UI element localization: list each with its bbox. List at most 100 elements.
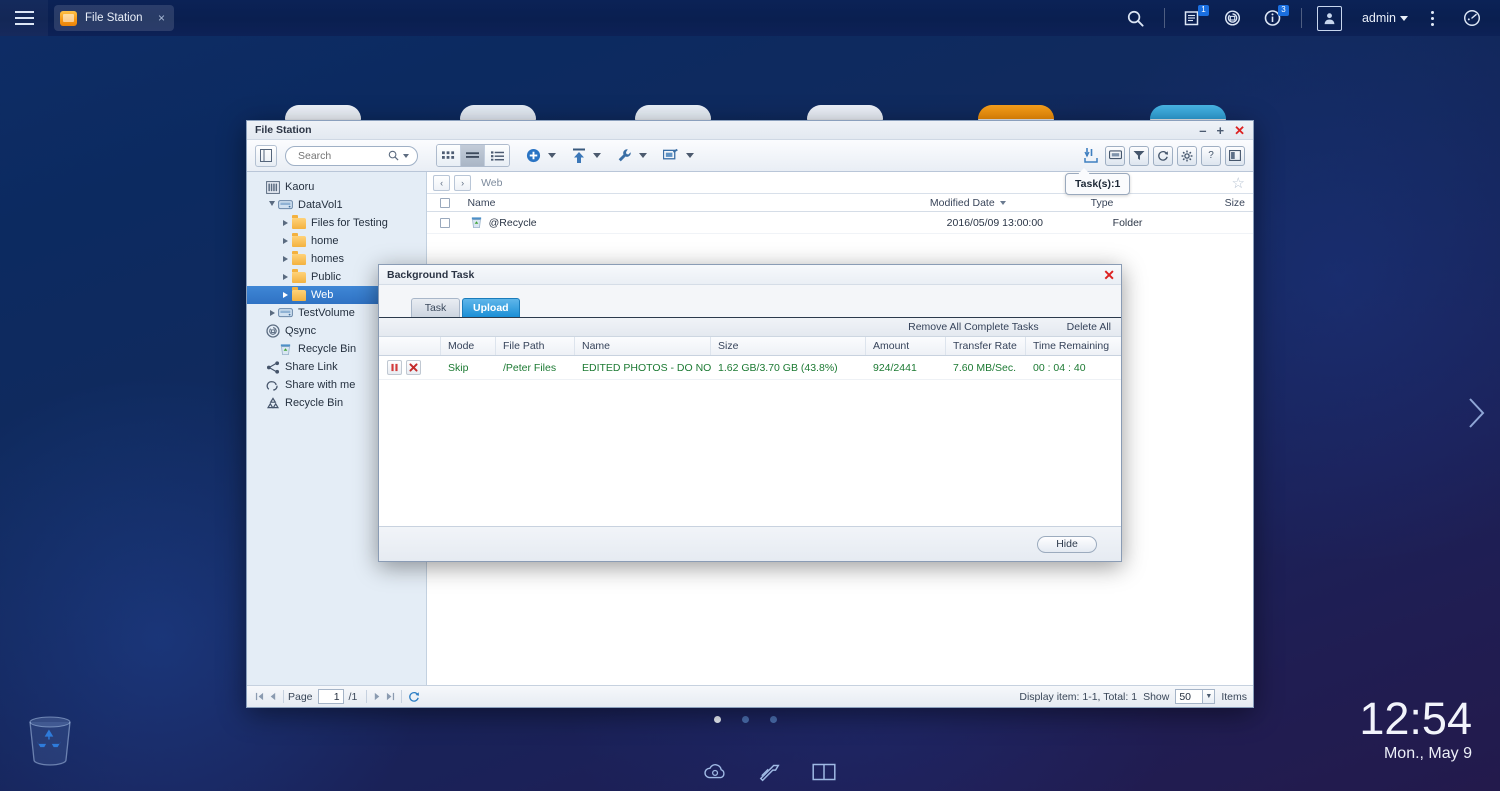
task-table-header: Mode File Path Name Size Amount Transfer… [379,337,1121,356]
next-page-button[interactable] [371,690,384,704]
tree-toggle-icon[interactable] [279,292,291,298]
minimize-button[interactable]: – [1199,124,1206,137]
breadcrumb-path[interactable]: Web [481,177,502,189]
page-dot-1[interactable] [714,716,721,723]
column-header-type[interactable]: Type [1085,197,1219,209]
main-menu-icon[interactable] [0,0,48,36]
filter-icon[interactable] [1129,145,1149,166]
list-view-button[interactable] [461,145,485,166]
topbar-right: 1 3 admin [1116,0,1500,36]
nas-icon [265,180,280,194]
remote-mount-icon[interactable] [1105,145,1125,166]
topbar-divider-2 [1300,8,1302,28]
info-icon[interactable]: 3 [1253,0,1293,36]
cancel-icon[interactable] [406,360,421,375]
star-icon[interactable]: ☆ [1232,174,1247,192]
taskbar-item-file-station[interactable]: File Station × [54,5,174,31]
help-icon[interactable]: ? [1201,145,1221,166]
sidebar-item-datavol1[interactable]: DataVol1 [247,196,426,214]
hide-button[interactable]: Hide [1037,535,1097,553]
column-header-size[interactable]: Size [711,337,866,355]
chevron-down-icon[interactable] [403,153,409,158]
sidebar-item-kaoru[interactable]: Kaoru [247,178,426,196]
table-row[interactable]: Skip /Peter Files EDITED PHOTOS - DO NOT… [379,356,1121,380]
column-header-time-remaining[interactable]: Time Remaining [1026,337,1121,355]
refresh-icon[interactable] [406,690,421,704]
upload-button[interactable] [572,148,601,164]
cloud-icon[interactable] [700,758,732,786]
tree-toggle-icon[interactable] [279,238,291,244]
tab-upload[interactable]: Upload [462,298,520,317]
smart-button[interactable] [663,148,694,163]
column-header-amount[interactable]: Amount [866,337,946,355]
notes-icon[interactable]: 1 [1173,0,1213,36]
sidebar-item-label: Recycle Bin [285,397,344,409]
forward-button[interactable]: › [454,174,472,191]
tools-button[interactable] [617,148,647,163]
last-page-button[interactable] [384,690,397,704]
chevron-down-icon [639,153,647,158]
background-task-icon[interactable] [1081,146,1101,166]
first-page-button[interactable] [253,690,266,704]
prev-page-button[interactable] [266,690,279,704]
close-button[interactable]: ✕ [1234,124,1245,137]
page-dot-2[interactable] [742,716,749,723]
dialog-close-icon[interactable]: ✕ [1103,268,1115,282]
dialog-titlebar[interactable]: Background Task ✕ [379,265,1121,285]
create-button[interactable] [526,148,556,163]
tree-toggle-icon[interactable] [279,274,291,280]
dialog-action-bar: Remove All Complete Tasks Delete All [379,317,1121,337]
tab-task[interactable]: Task [411,298,460,317]
avatar[interactable] [1310,0,1350,36]
table-row[interactable]: @Recycle 2016/05/09 13:00:00 Folder [427,212,1253,234]
chevron-right-icon[interactable] [1466,395,1488,431]
detail-view-button[interactable] [485,145,509,166]
delete-all-button[interactable]: Delete All [1067,321,1111,333]
volume-icon [278,199,293,212]
column-header-mode[interactable]: Mode [441,337,496,355]
window-titlebar[interactable]: File Station – + ✕ [247,121,1253,140]
user-menu[interactable]: admin [1350,0,1412,36]
tools-icon[interactable] [754,758,786,786]
settings-icon[interactable] [1177,145,1197,166]
layout-icon[interactable] [1225,145,1245,166]
close-icon[interactable]: × [153,11,170,25]
sync-icon[interactable] [1213,0,1253,36]
tree-toggle-icon[interactable] [266,201,278,209]
dialog-title: Background Task [387,268,475,281]
select-all-checkbox[interactable] [440,197,451,208]
column-header-file-path[interactable]: File Path [496,337,575,355]
kebab-menu-icon[interactable] [1412,0,1452,36]
show-select[interactable]: 50 ▼ [1175,689,1216,704]
search-field[interactable] [285,145,418,166]
refresh-icon[interactable] [1153,145,1173,166]
chevron-down-icon[interactable]: ▼ [1203,689,1216,704]
column-header-name[interactable]: Name [461,197,923,209]
pause-icon[interactable] [387,360,402,375]
maximize-button[interactable]: + [1217,124,1225,137]
show-value[interactable]: 50 [1175,689,1204,704]
chevron-right-icon [282,220,288,226]
column-header-name[interactable]: Name [575,337,711,355]
tree-toggle-icon[interactable] [279,256,291,262]
back-button[interactable]: ‹ [433,174,451,191]
dashboard-gauge-icon[interactable] [1452,0,1492,36]
tree-toggle-icon[interactable] [266,310,278,316]
sidebar-item-home[interactable]: home [247,232,426,250]
desktop-recycle-bin-icon[interactable] [22,712,78,772]
row-checkbox[interactable] [440,217,451,228]
column-header-size[interactable]: Size [1219,197,1253,209]
search-icon[interactable] [1116,0,1156,36]
page-dot-3[interactable] [770,716,777,723]
sidebar-item-files-for-testing[interactable]: Files for Testing [247,214,426,232]
remove-all-complete-tasks-button[interactable]: Remove All Complete Tasks [908,321,1039,333]
panel-toggle-icon[interactable] [255,144,277,167]
page-input[interactable] [317,689,344,704]
grid-view-button[interactable] [437,145,461,166]
book-icon[interactable] [808,758,840,786]
search-input[interactable] [296,148,388,163]
column-header-transfer-rate[interactable]: Transfer Rate [946,337,1026,355]
column-header-modified[interactable]: Modified Date [924,197,1085,209]
toolbar-right-icons: ? [1081,145,1245,166]
tree-toggle-icon[interactable] [279,220,291,226]
